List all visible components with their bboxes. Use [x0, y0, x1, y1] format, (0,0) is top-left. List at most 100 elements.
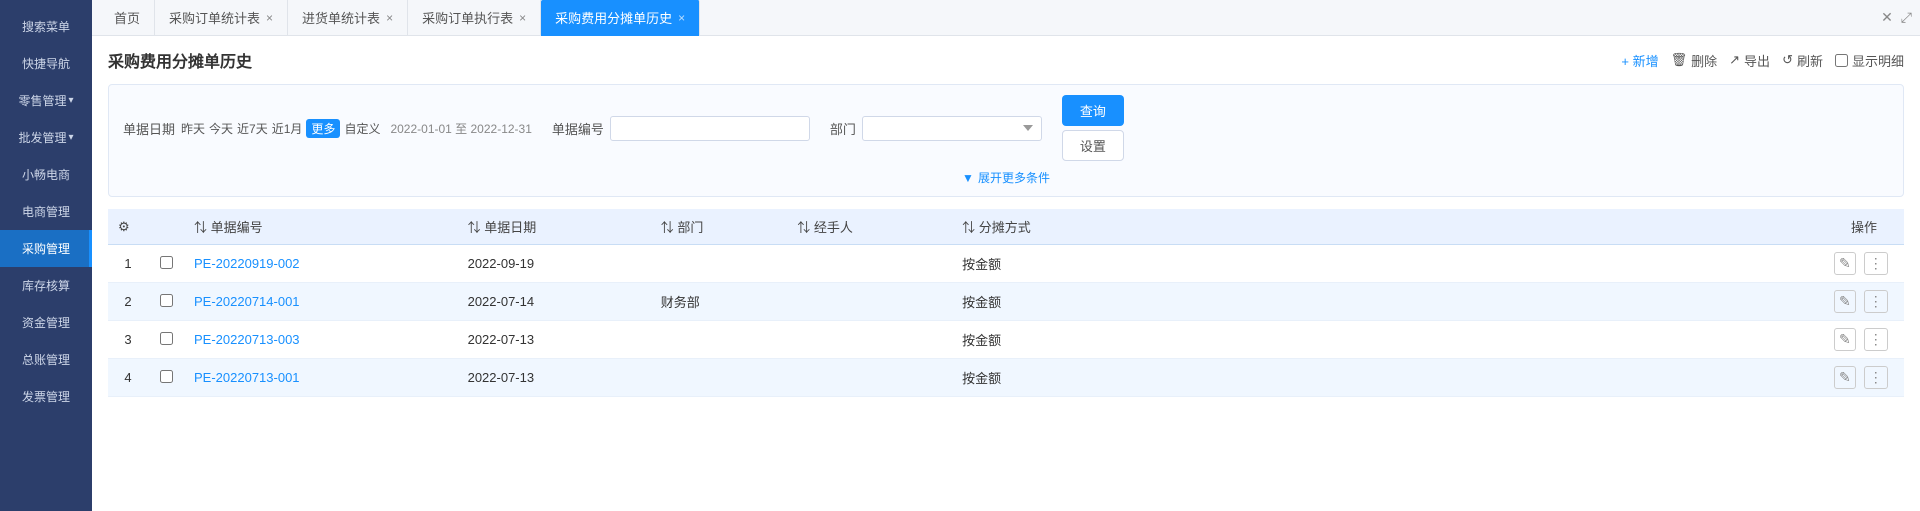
date-filter: 单据日期 昨天 今天 近7天 近1月 更多 自定义 2022-01-01 至 2… — [123, 119, 532, 138]
sort-split-method-icon[interactable]: ⇅ — [962, 220, 975, 235]
row-split-method: 按金额 — [952, 245, 1824, 283]
edit-icon[interactable]: ✎ — [1834, 252, 1856, 275]
row-checkbox[interactable] — [160, 332, 173, 345]
row-actions: ✎⋮ — [1824, 321, 1904, 359]
sidebar-item-search-menu[interactable]: 搜索菜单 — [0, 8, 92, 45]
action-icons: ✎⋮ — [1834, 290, 1894, 313]
tab-purchase-order-exec[interactable]: 采购订单执行表 × — [408, 0, 541, 36]
sidebar-label-wholesale-mgmt: 批发管理 — [18, 129, 66, 146]
close-window-icon[interactable]: ✕ — [1881, 9, 1893, 26]
col-dept: ⇅ 部门 — [651, 209, 788, 245]
table-header: ⚙ ⇅ 单据编号 ⇅ 单据日期 ⇅ 部门 ⇅ 经手人 ⇅ 分 — [108, 209, 1904, 245]
table-row: 4PE-20220713-0012022-07-13按金额✎⋮ — [108, 359, 1904, 397]
tab-goods-receipt-stat[interactable]: 进货单统计表× — [288, 0, 408, 36]
tab-label-purchase-fee-split-history: 采购费用分摊单历史 — [555, 8, 672, 27]
page-header: 采购费用分摊单历史 + 新增 🗑 删除 ↗ 导出 ↺ 刷新 显示明细 — [108, 48, 1904, 72]
row-dept — [651, 245, 788, 283]
sort-dept-icon[interactable]: ⇅ — [661, 220, 674, 235]
row-checkbox-cell — [148, 283, 184, 321]
doc-no-link[interactable]: PE-20220919-002 — [194, 256, 300, 271]
sidebar-label-retail-mgmt: 零售管理 — [18, 92, 66, 109]
tab-home[interactable]: 首页 — [100, 0, 155, 36]
more-actions-icon[interactable]: ⋮ — [1864, 290, 1888, 313]
tab-bar: 首页采购订单统计表×进货单统计表×采购订单执行表×采购费用分摊单历史× ✕ ⤢ — [92, 0, 1920, 36]
sidebar-item-ledger-mgmt[interactable]: 总账管理 — [0, 341, 92, 378]
dept-label: 部门 — [830, 119, 856, 138]
row-checkbox[interactable] — [160, 294, 173, 307]
row-checkbox[interactable] — [160, 256, 173, 269]
tab-close-purchase-order-stat[interactable]: × — [266, 11, 273, 25]
sidebar-label-invoice-mgmt: 发票管理 — [22, 390, 70, 404]
tab-close-purchase-order-exec[interactable]: × — [519, 11, 526, 25]
row-handler — [787, 359, 952, 397]
row-dept: 财务部 — [651, 283, 788, 321]
dept-select[interactable]: 财务部 — [862, 116, 1042, 141]
row-doc-no: PE-20220919-002 — [184, 245, 458, 283]
row-doc-no: PE-20220713-001 — [184, 359, 458, 397]
edit-icon[interactable]: ✎ — [1834, 366, 1856, 389]
sidebar-item-finance-mgmt[interactable]: 资金管理 — [0, 304, 92, 341]
sidebar-item-inventory-check[interactable]: 库存核算 — [0, 267, 92, 304]
sidebar-label-finance-mgmt: 资金管理 — [22, 316, 70, 330]
sidebar-item-invoice-mgmt[interactable]: 发票管理 — [0, 378, 92, 415]
chevron-down-icon: ▼ — [962, 171, 974, 185]
delete-button[interactable]: 🗑 删除 — [1671, 51, 1718, 70]
sidebar-item-mini-ecom[interactable]: 小畅电商 — [0, 156, 92, 193]
shortcut-yesterday[interactable]: 昨天 — [181, 120, 205, 137]
action-icons: ✎⋮ — [1834, 328, 1894, 351]
table-body: 1PE-20220919-0022022-09-19按金额✎⋮2PE-20220… — [108, 245, 1904, 397]
tab-close-purchase-fee-split-history[interactable]: × — [678, 11, 685, 25]
doc-no-link[interactable]: PE-20220714-001 — [194, 294, 300, 309]
shortcut-more[interactable]: 更多 — [306, 119, 340, 138]
doc-no-link[interactable]: PE-20220713-001 — [194, 370, 300, 385]
doc-no-link[interactable]: PE-20220713-003 — [194, 332, 300, 347]
query-button[interactable]: 查询 — [1062, 95, 1124, 126]
date-range-display: 2022-01-01 至 2022-12-31 — [390, 120, 531, 137]
show-columns-toggle[interactable]: 显示明细 — [1835, 51, 1904, 70]
shortcut-custom[interactable]: 自定义 — [344, 120, 380, 137]
row-doc-date: 2022-07-13 — [458, 359, 651, 397]
edit-icon[interactable]: ✎ — [1834, 328, 1856, 351]
sidebar-item-quick-nav[interactable]: 快捷导航 — [0, 45, 92, 82]
show-columns-checkbox[interactable] — [1835, 54, 1848, 67]
refresh-button[interactable]: ↺ 刷新 — [1782, 51, 1823, 70]
tab-close-goods-receipt-stat[interactable]: × — [386, 11, 393, 25]
table-row: 2PE-20220714-0012022-07-14财务部按金额✎⋮ — [108, 283, 1904, 321]
table-row: 3PE-20220713-0032022-07-13按金额✎⋮ — [108, 321, 1904, 359]
shortcut-1month[interactable]: 近1月 — [272, 120, 303, 137]
settings-button[interactable]: 设置 — [1062, 130, 1124, 161]
filter-row: 单据日期 昨天 今天 近7天 近1月 更多 自定义 2022-01-01 至 2… — [123, 95, 1889, 161]
sidebar-item-purchase-mgmt[interactable]: 采购管理 — [0, 230, 92, 267]
edit-icon[interactable]: ✎ — [1834, 290, 1856, 313]
tab-purchase-order-stat[interactable]: 采购订单统计表 × — [155, 0, 288, 36]
sidebar-label-purchase-mgmt: 采购管理 — [22, 242, 70, 256]
tab-label-purchase-order-stat: 采购订单统计表 — [169, 8, 260, 27]
maximize-window-icon[interactable]: ⤢ — [1901, 9, 1912, 26]
more-actions-icon[interactable]: ⋮ — [1864, 252, 1888, 275]
date-filter-label: 单据日期 — [123, 119, 175, 138]
shortcut-today[interactable]: 今天 — [209, 120, 233, 137]
action-icons: ✎⋮ — [1834, 252, 1894, 275]
row-checkbox[interactable] — [160, 370, 173, 383]
row-number: 4 — [108, 359, 148, 397]
add-button[interactable]: + 新增 — [1621, 51, 1658, 70]
row-handler — [787, 245, 952, 283]
shortcut-7days[interactable]: 近7天 — [237, 120, 268, 137]
sidebar-item-wholesale-mgmt[interactable]: 批发管理▾ — [0, 119, 92, 156]
sidebar-item-ecom-mgmt[interactable]: 电商管理 — [0, 193, 92, 230]
row-actions: ✎⋮ — [1824, 359, 1904, 397]
sidebar-item-retail-mgmt[interactable]: 零售管理▾ — [0, 82, 92, 119]
col-settings[interactable]: ⚙ — [108, 209, 148, 245]
sort-handler-icon[interactable]: ⇅ — [797, 220, 810, 235]
sort-doc-no-icon[interactable]: ⇅ — [194, 220, 207, 235]
col-checkbox — [148, 209, 184, 245]
more-actions-icon[interactable]: ⋮ — [1864, 328, 1888, 351]
doc-no-input[interactable] — [610, 116, 810, 141]
tab-label-purchase-order-exec: 采购订单执行表 — [422, 8, 513, 27]
more-actions-icon[interactable]: ⋮ — [1864, 366, 1888, 389]
export-button[interactable]: ↗ 导出 — [1729, 51, 1770, 70]
tab-purchase-fee-split-history[interactable]: 采购费用分摊单历史 × — [541, 0, 700, 36]
expand-more-conditions[interactable]: ▼ 展开更多条件 — [123, 169, 1889, 186]
sort-doc-date-icon[interactable]: ⇅ — [468, 220, 481, 235]
header-row: ⚙ ⇅ 单据编号 ⇅ 单据日期 ⇅ 部门 ⇅ 经手人 ⇅ 分 — [108, 209, 1904, 245]
